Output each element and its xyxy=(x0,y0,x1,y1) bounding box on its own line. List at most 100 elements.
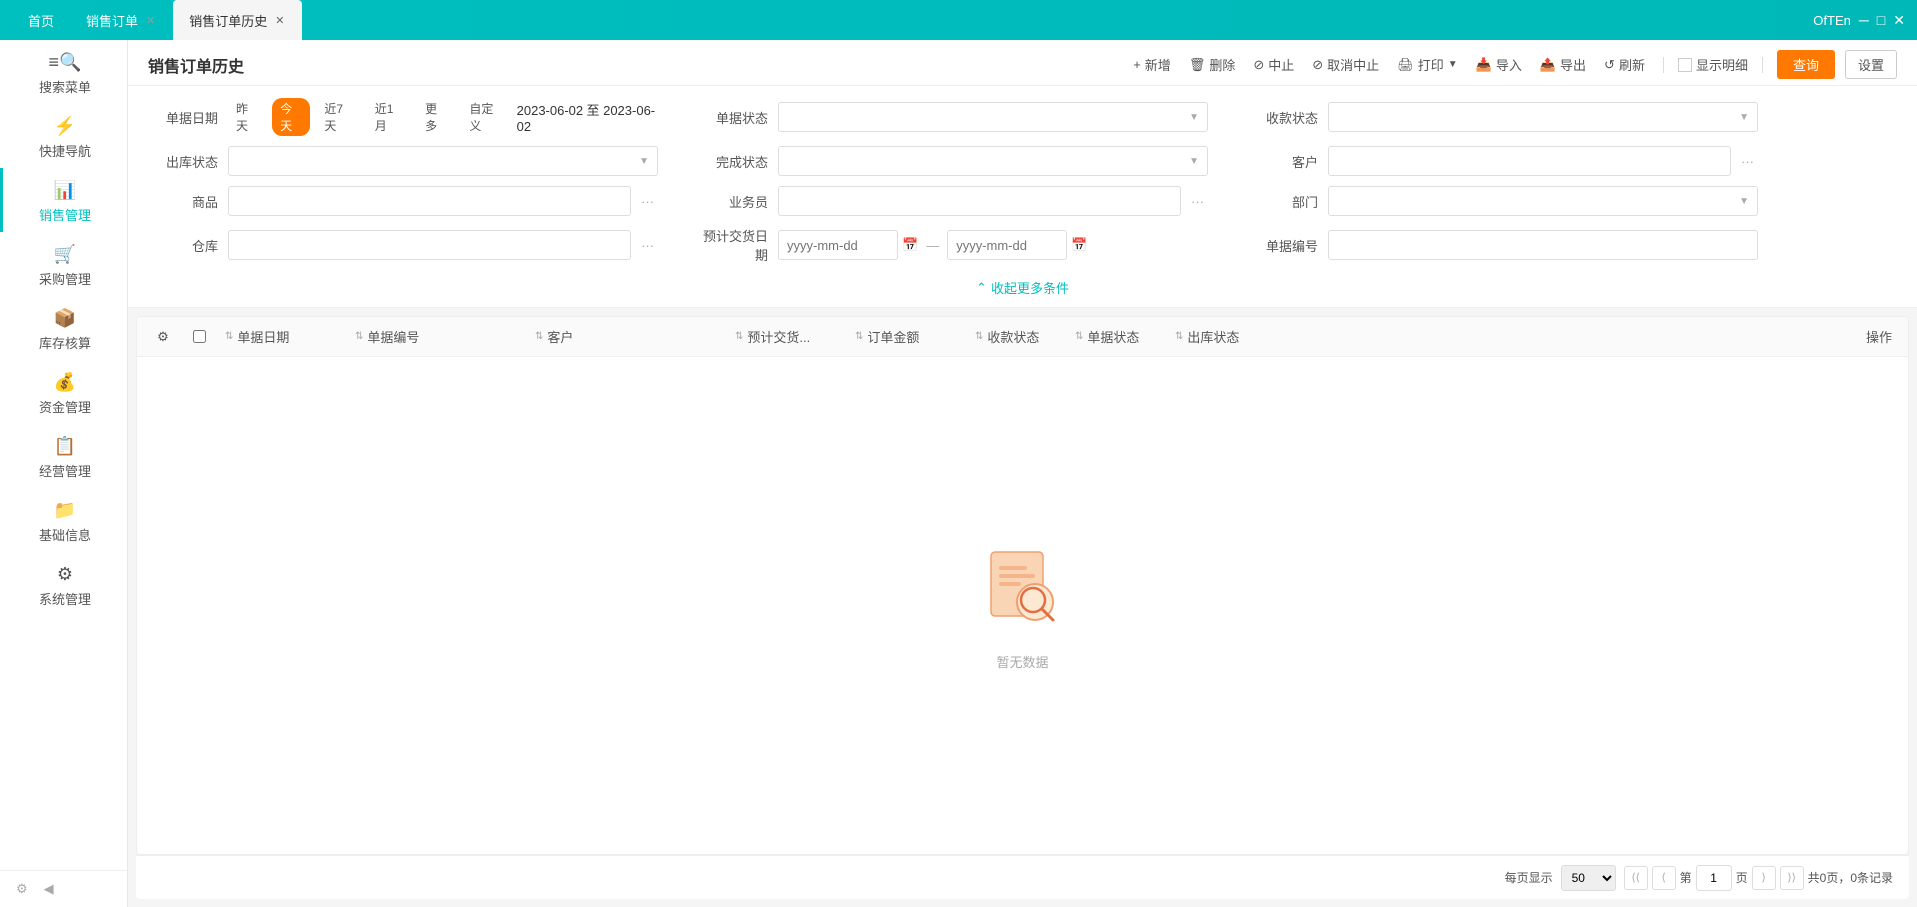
date-tag-custom[interactable]: 自定义 xyxy=(461,98,510,136)
page-unit-label: 页 xyxy=(1736,869,1748,886)
tab-close-sales-order[interactable]: ✕ xyxy=(144,12,157,29)
sidebar-item-sales-mgmt[interactable]: 📊 销售管理 xyxy=(0,168,127,232)
page-size-label: 每页显示 xyxy=(1505,869,1553,886)
print-dropdown-icon: ▼ xyxy=(1448,59,1458,70)
date-tag-more[interactable]: 更多 xyxy=(417,98,455,136)
first-page-button[interactable]: ⟨⟨ xyxy=(1624,866,1648,890)
customer-dots-btn[interactable]: ··· xyxy=(1737,154,1758,169)
sidebar-item-finance[interactable]: 💰 资金管理 xyxy=(0,360,127,424)
export-button[interactable]: 📤 导出 xyxy=(1536,53,1590,76)
new-button[interactable]: + 新增 xyxy=(1129,53,1175,76)
out-status-select[interactable]: ▼ xyxy=(228,146,658,176)
sidebar-item-basic-info[interactable]: 📁 基础信息 xyxy=(0,488,127,552)
th-pay-status[interactable]: ⇅ 收款状态 xyxy=(967,327,1067,346)
date-tag-7days[interactable]: 近7天 xyxy=(316,98,360,136)
refresh-button[interactable]: ↺ 刷新 xyxy=(1600,53,1649,76)
next-page-button[interactable]: ⟩ xyxy=(1752,866,1776,890)
page-label-text: 第 xyxy=(1680,869,1692,886)
out-status-label: 出库状态 xyxy=(148,152,228,171)
sidebar-item-operations[interactable]: 📋 经营管理 xyxy=(0,424,127,488)
salesperson-filter: ··· xyxy=(778,186,1208,216)
complete-status-select[interactable]: ▼ xyxy=(778,146,1208,176)
th-settings[interactable]: ⚙ xyxy=(145,329,181,345)
sidebar-settings-icon[interactable]: ⚙ xyxy=(16,881,28,897)
department-label: 部门 xyxy=(1248,192,1328,211)
show-details-checkbox-box[interactable] xyxy=(1678,58,1692,72)
prev-page-button[interactable]: ⟨ xyxy=(1652,866,1676,890)
sidebar-item-inventory[interactable]: 📦 库存核算 xyxy=(0,296,127,360)
department-dropdown-icon: ▼ xyxy=(1739,196,1749,207)
page-size-select[interactable]: 20 50 100 xyxy=(1561,865,1616,891)
sidebar-item-purchase-mgmt[interactable]: 🛒 采购管理 xyxy=(0,232,127,296)
expected-date-from[interactable] xyxy=(778,230,898,260)
delete-button[interactable]: 🗑 删除 xyxy=(1185,53,1240,76)
customer-filter: ··· xyxy=(1328,146,1758,176)
order-status-select[interactable]: ▼ xyxy=(778,102,1208,132)
th-order-status[interactable]: ⇅ 单据状态 xyxy=(1067,327,1167,346)
page-number-input[interactable] xyxy=(1696,865,1732,891)
minimize-icon[interactable]: ─ xyxy=(1859,12,1869,28)
sidebar-bottom: ⚙ ◀ xyxy=(0,870,127,907)
date-tag-yesterday[interactable]: 昨天 xyxy=(228,98,266,136)
date-filter-value: 昨天 今天 近7天 近1月 更多 自定义 2023-06-02 至 2023-0… xyxy=(228,98,658,136)
show-details-checkbox[interactable]: 显示明细 xyxy=(1678,55,1748,74)
stop-icon: ⊘ xyxy=(1253,57,1264,73)
cancel-stop-button[interactable]: ⊘ 取消中止 xyxy=(1308,53,1383,76)
expected-date-to[interactable] xyxy=(947,230,1067,260)
sort-icon-out: ⇅ xyxy=(1175,331,1183,342)
th-amount[interactable]: ⇅ 订单金额 xyxy=(847,327,967,346)
department-select[interactable]: ▼ xyxy=(1328,186,1758,216)
close-icon[interactable]: ✕ xyxy=(1893,12,1905,29)
date-tag-today[interactable]: 今天 xyxy=(272,98,310,136)
th-check[interactable] xyxy=(181,330,217,343)
divider xyxy=(1663,57,1664,73)
tab-close-history[interactable]: ✕ xyxy=(273,12,286,29)
calendar-to-icon[interactable]: 📅 xyxy=(1071,237,1087,253)
tab-home[interactable]: 首页 xyxy=(12,0,70,40)
import-button[interactable]: 📥 导入 xyxy=(1472,53,1526,76)
th-delivery[interactable]: ⇅ 预计交货... xyxy=(727,327,847,346)
maximize-icon[interactable]: □ xyxy=(1877,12,1885,28)
warehouse-dots-btn[interactable]: ··· xyxy=(637,238,658,253)
th-date[interactable]: ⇅ 单据日期 xyxy=(217,327,347,346)
sidebar: ≡🔍 搜索菜单 ⚡ 快捷导航 📊 销售管理 🛒 采购管理 📦 库存核算 💰 资金… xyxy=(0,40,128,907)
product-dots-btn[interactable]: ··· xyxy=(637,194,658,209)
filter-row-3: 商品 ··· 业务员 ··· 部门 ▼ xyxy=(148,186,1897,216)
complete-status-label: 完成状态 xyxy=(698,152,778,171)
warehouse-input[interactable] xyxy=(228,230,631,260)
finance-icon: 💰 xyxy=(54,372,76,393)
salesperson-input[interactable] xyxy=(778,186,1181,216)
tab-sales-order-history[interactable]: 销售订单历史 ✕ xyxy=(173,0,302,40)
sidebar-item-sys-mgmt[interactable]: ⚙ 系统管理 xyxy=(0,552,127,616)
settings-button[interactable]: 设置 xyxy=(1845,50,1897,79)
sidebar-collapse-icon[interactable]: ◀ xyxy=(44,881,54,897)
date-tag-1month[interactable]: 近1月 xyxy=(367,98,411,136)
tab-sales-order[interactable]: 销售订单 ✕ xyxy=(70,0,173,40)
salesperson-dots-btn[interactable]: ··· xyxy=(1187,194,1208,209)
date-dash: — xyxy=(922,238,943,253)
th-out-status[interactable]: ⇅ 出库状态 xyxy=(1167,327,1287,346)
out-status-filter: ▼ xyxy=(228,146,658,176)
stop-button[interactable]: ⊘ 中止 xyxy=(1249,53,1298,76)
collapse-button[interactable]: ⌃ 收起更多条件 xyxy=(148,274,1897,301)
warehouse-label: 仓库 xyxy=(148,236,228,255)
pay-status-select[interactable]: ▼ xyxy=(1328,102,1758,132)
sort-icon-delivery: ⇅ xyxy=(735,331,743,342)
purchase-mgmt-icon: 🛒 xyxy=(54,244,76,265)
select-all-checkbox[interactable] xyxy=(193,330,206,343)
product-input[interactable] xyxy=(228,186,631,216)
print-icon: 🖨 xyxy=(1397,57,1414,73)
th-customer[interactable]: ⇅ 客户 xyxy=(527,327,727,346)
calendar-from-icon[interactable]: 📅 xyxy=(902,237,918,253)
cancel-stop-icon: ⊘ xyxy=(1312,57,1323,73)
last-page-button[interactable]: ⟩⟩ xyxy=(1780,866,1804,890)
sidebar-item-quick-nav[interactable]: ⚡ 快捷导航 xyxy=(0,104,127,168)
brand-text: OfTEn xyxy=(1813,13,1851,28)
customer-input[interactable] xyxy=(1328,146,1731,176)
sidebar-item-search-menu[interactable]: ≡🔍 搜索菜单 xyxy=(0,40,127,104)
query-button[interactable]: 查询 xyxy=(1777,50,1835,79)
filter-row-2: 出库状态 ▼ 完成状态 ▼ 客户 ··· xyxy=(148,146,1897,176)
print-button[interactable]: 🖨 打印 ▼ xyxy=(1393,53,1461,76)
th-no[interactable]: ⇅ 单据编号 xyxy=(347,327,527,346)
order-no-input[interactable] xyxy=(1328,230,1758,260)
